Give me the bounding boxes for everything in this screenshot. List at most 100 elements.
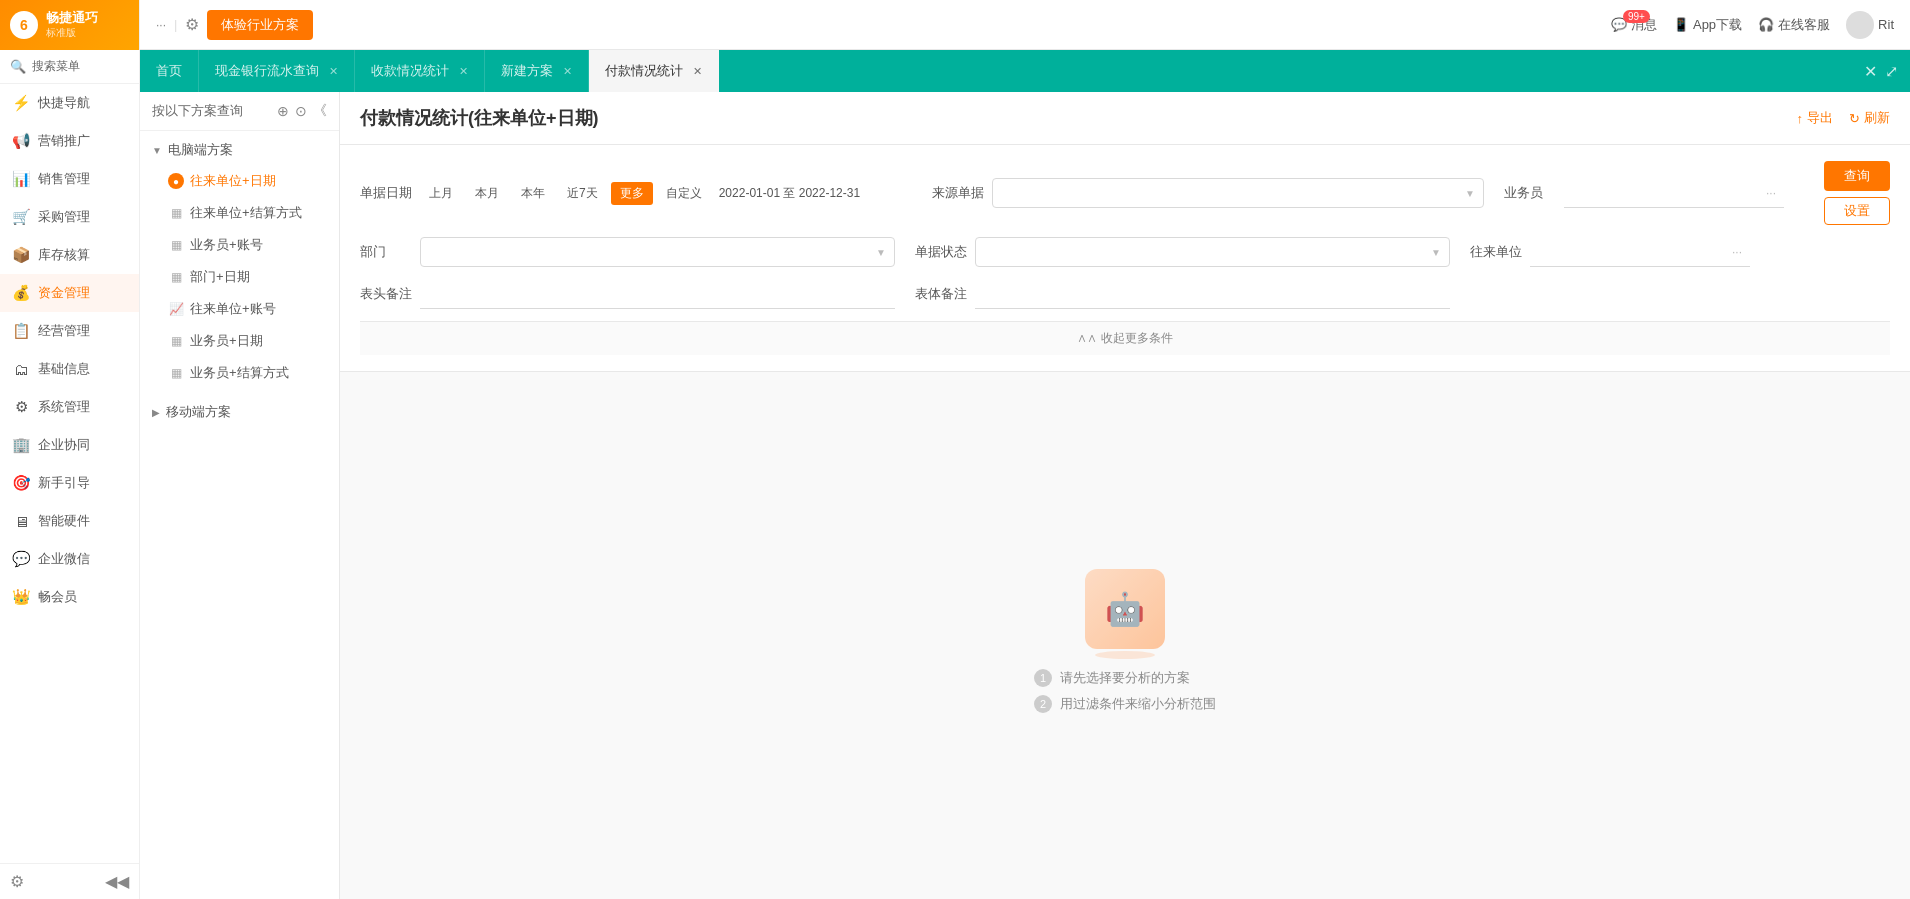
dept-arrow-icon: ▼ [876, 247, 886, 258]
quick-nav-icon: ⚡ [12, 94, 30, 112]
date-label: 单据日期 [360, 184, 412, 202]
sidebar-item-label: 经营管理 [38, 322, 90, 340]
tab-bank-flow[interactable]: 现金银行流水查询✕ [199, 50, 355, 92]
trial-industry-btn[interactable]: 体验行业方案 [207, 10, 313, 40]
app-name: 畅捷通巧 [46, 10, 98, 26]
tab-receipt-stat[interactable]: 收款情况统计✕ [355, 50, 485, 92]
tabbar: 首页现金银行流水查询✕收款情况统计✕新建方案✕付款情况统计✕✕⤢ [140, 50, 1910, 92]
scheme-label: 往来单位+账号 [190, 300, 276, 318]
scheme-icon-staff-account: ▦ [168, 237, 184, 253]
sidebar-item-hardware[interactable]: 🖥智能硬件 [0, 502, 139, 540]
sidebar-item-system[interactable]: ⚙系统管理 [0, 388, 139, 426]
scheme-item-unit-account[interactable]: 📈往来单位+账号 [140, 293, 339, 325]
collapse-icon[interactable]: ◀◀ [105, 872, 129, 891]
this-year-btn[interactable]: 本年 [512, 182, 554, 205]
group-expand-icon: ▼ [152, 145, 162, 156]
refresh-btn[interactable]: ↻ 刷新 [1849, 109, 1890, 127]
tab-home[interactable]: 首页 [140, 50, 199, 92]
scheme-label: 部门+日期 [190, 268, 250, 286]
scheme-item-unit-date[interactable]: ●往来单位+日期 [140, 165, 339, 197]
settings-btn[interactable]: 设置 [1824, 197, 1890, 225]
sidebar-item-capital[interactable]: 💰资金管理 [0, 274, 139, 312]
page-header: 付款情况统计(往来单位+日期) ↑ 导出 ↻ 刷新 [340, 92, 1910, 145]
sidebar-item-sales[interactable]: 📊销售管理 [0, 160, 139, 198]
scheme-icon-staff-date: ▦ [168, 333, 184, 349]
scheme-settings-btn[interactable]: ⊙ [295, 103, 307, 119]
tab-new-scheme[interactable]: 新建方案✕ [485, 50, 589, 92]
fullscreen-btn[interactable]: ⤢ [1885, 62, 1898, 81]
user-avatar [1846, 11, 1874, 39]
tab-close-payment-stat[interactable]: ✕ [693, 65, 702, 78]
sidebar-item-operations[interactable]: 📋经营管理 [0, 312, 139, 350]
tab-close-new-scheme[interactable]: ✕ [563, 65, 572, 78]
doc-status-field: 单据状态 ▼ [915, 237, 1450, 267]
last-7days-btn[interactable]: 近7天 [558, 182, 607, 205]
purchase-icon: 🛒 [12, 208, 30, 226]
header-note-input[interactable] [420, 279, 895, 309]
scheme-label: 往来单位+日期 [190, 172, 276, 190]
last-month-btn[interactable]: 上月 [420, 182, 462, 205]
sidebar-item-label: 资金管理 [38, 284, 90, 302]
sidebar-item-wechat[interactable]: 💬企业微信 [0, 540, 139, 578]
more-dates-btn[interactable]: 更多 [611, 182, 653, 205]
topbar-settings-btn[interactable]: ⚙ [185, 15, 199, 34]
doc-status-select[interactable]: ▼ [975, 237, 1450, 267]
scheme-panel-header: 按以下方案查询 ⊕ ⊙ 《 [140, 92, 339, 131]
source-select[interactable]: ▼ [992, 178, 1484, 208]
scheme-item-staff-date[interactable]: ▦业务员+日期 [140, 325, 339, 357]
desktop-group-label: 电脑端方案 [168, 141, 233, 159]
this-month-btn[interactable]: 本月 [466, 182, 508, 205]
sidebar-item-quick-nav[interactable]: ⚡ 快捷导航 [0, 84, 139, 122]
scheme-item-staff-account[interactable]: ▦业务员+账号 [140, 229, 339, 261]
sidebar-item-guide[interactable]: 🎯新手引导 [0, 464, 139, 502]
desktop-group-header[interactable]: ▼ 电脑端方案 [140, 135, 339, 165]
filter-row-3: 表头备注 表体备注 [360, 279, 1890, 309]
sidebar-item-enterprise[interactable]: 🏢企业协同 [0, 426, 139, 464]
scheme-icon-unit-payment: ▦ [168, 205, 184, 221]
sidebar-item-marketing[interactable]: 📢 营销推广 [0, 122, 139, 160]
sidebar-item-label: 营销推广 [38, 132, 90, 150]
custom-date-btn[interactable]: 自定义 [657, 182, 711, 205]
close-tab-btn[interactable]: ✕ [1864, 62, 1877, 81]
scheme-panel-collapse-btn[interactable]: 《 [313, 102, 327, 120]
guide-icon: 🎯 [12, 474, 30, 492]
scheme-item-staff-payment[interactable]: ▦业务员+结算方式 [140, 357, 339, 389]
user-menu[interactable]: Rit [1846, 11, 1894, 39]
tab-close-bank-flow[interactable]: ✕ [329, 65, 338, 78]
query-btn[interactable]: 查询 [1824, 161, 1890, 191]
partner-select[interactable]: ··· [1530, 237, 1750, 267]
tip2-num: 2 [1034, 695, 1052, 713]
sidebar-item-inventory[interactable]: 📦库存核算 [0, 236, 139, 274]
sidebar-item-basics[interactable]: 🗂基础信息 [0, 350, 139, 388]
tab-payment-stat[interactable]: 付款情况统计✕ [589, 50, 719, 92]
body-note-input[interactable] [975, 279, 1450, 309]
membership-icon: 👑 [12, 588, 30, 606]
page-header-actions: ↑ 导出 ↻ 刷新 [1797, 109, 1891, 127]
sidebar-item-membership[interactable]: 👑畅会员 [0, 578, 139, 616]
collapse-bar[interactable]: ∧∧ 收起更多条件 [360, 321, 1890, 355]
app-edition: 标准版 [46, 26, 98, 40]
export-btn[interactable]: ↑ 导出 [1797, 109, 1834, 127]
add-scheme-btn[interactable]: ⊕ [277, 103, 289, 119]
staff-select[interactable]: ··· [1564, 178, 1784, 208]
dept-field: 部门 ▼ [360, 237, 895, 267]
settings-icon[interactable]: ⚙ [10, 872, 24, 891]
scheme-item-dept-date[interactable]: ▦部门+日期 [140, 261, 339, 293]
scheme-item-unit-payment[interactable]: ▦往来单位+结算方式 [140, 197, 339, 229]
online-service-btn[interactable]: 🎧 在线客服 [1758, 16, 1830, 34]
sidebar-item-purchase[interactable]: 🛒采购管理 [0, 198, 139, 236]
body-note-label: 表体备注 [915, 285, 967, 303]
marketing-icon: 📢 [12, 132, 30, 150]
empty-tip-1: 1 请先选择要分析的方案 [1034, 669, 1216, 687]
sidebar-item-label: 快捷导航 [38, 94, 90, 112]
sidebar-search[interactable]: 🔍 搜索菜单 [0, 50, 139, 84]
mobile-group-header[interactable]: ▶ 移动端方案 [140, 397, 339, 427]
search-label: 搜索菜单 [32, 58, 80, 75]
sidebar: 6 畅捷通巧 标准版 🔍 搜索菜单 ⚡快捷导航📢营销推广📊销售管理🛒采购管理📦库… [0, 0, 140, 899]
service-label: 在线客服 [1778, 16, 1830, 34]
tab-close-receipt-stat[interactable]: ✕ [459, 65, 468, 78]
notice-btn[interactable]: 💬 消息 99+ [1611, 16, 1657, 34]
dept-select[interactable]: ▼ [420, 237, 895, 267]
topbar-nav-back[interactable]: ··· [156, 18, 166, 32]
app-download-btn[interactable]: 📱 App下载 [1673, 16, 1742, 34]
